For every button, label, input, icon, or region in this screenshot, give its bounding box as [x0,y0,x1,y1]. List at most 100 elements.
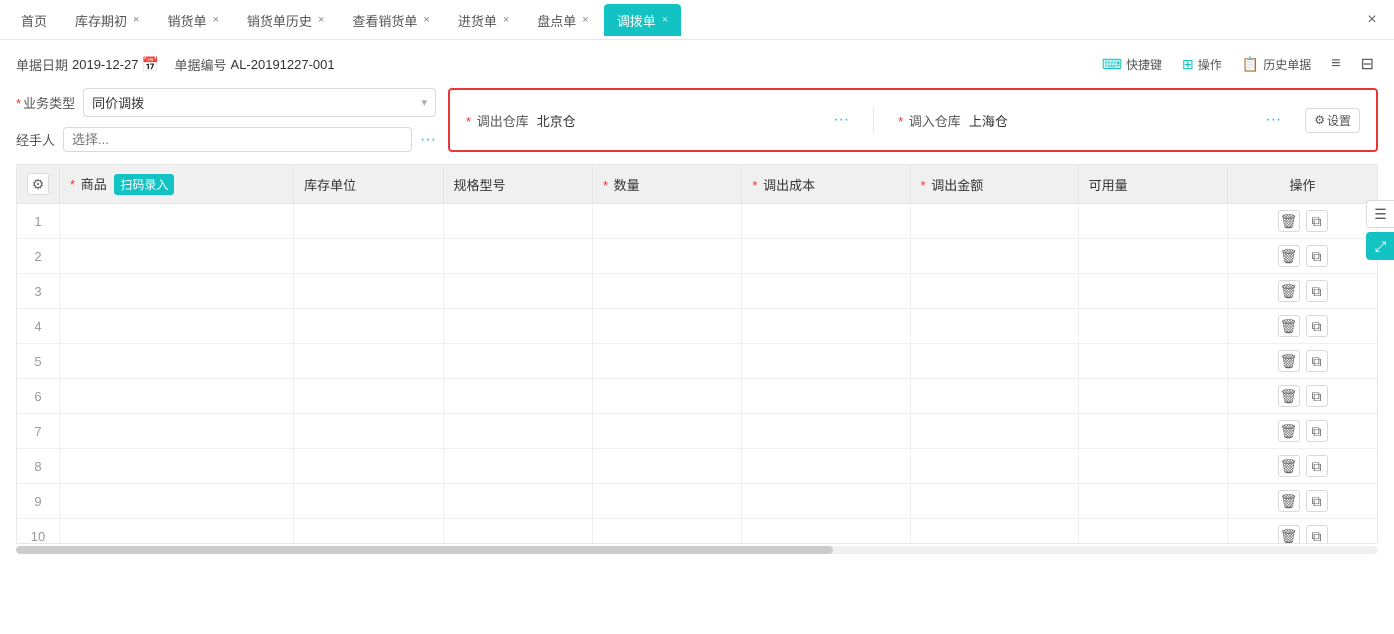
float-expand-btn[interactable]: ⤢ [1366,232,1394,260]
delete-icon-5[interactable]: 🗑 [1278,350,1300,372]
float-list-btn[interactable]: ☰ [1366,200,1394,228]
copy-icon-2[interactable]: ⧉ [1306,245,1328,267]
row-product-6[interactable] [60,379,294,414]
row-spec-7 [443,414,592,449]
layout2-button[interactable]: ⊟ [1357,52,1378,76]
row-qty-9[interactable] [592,484,741,519]
handler-row: 经手人 ··· [16,127,436,152]
row-qty-6[interactable] [592,379,741,414]
calendar-icon[interactable]: 📅 [143,56,159,72]
copy-icon-5[interactable]: ⧉ [1306,350,1328,372]
settings-button[interactable]: ⚙ 设置 [1305,108,1360,133]
row-product-1[interactable] [60,204,294,239]
th-unit: 库存单位 [294,165,443,204]
tab-transfer[interactable]: 调拨单 × [604,4,681,36]
tab-inventory-init[interactable]: 库存期初 × [62,4,152,36]
row-qty-1[interactable] [592,204,741,239]
delete-icon-2[interactable]: 🗑 [1278,245,1300,267]
transfer-out-more-btn[interactable]: ··· [833,112,849,128]
row-product-7[interactable] [60,414,294,449]
row-product-10[interactable] [60,519,294,545]
table-header-row: ⚙ * 商品 扫码录入 库存单位 规格型号 * 数量 * 调 [17,165,1377,204]
row-product-5[interactable] [60,344,294,379]
tab-view-sales-close[interactable]: × [423,14,429,26]
tab-transfer-close[interactable]: × [662,14,668,26]
copy-icon-7[interactable]: ⧉ [1306,420,1328,442]
copy-icon-3[interactable]: ⧉ [1306,280,1328,302]
delete-icon-1[interactable]: 🗑 [1278,210,1300,232]
row-num-7: 7 [17,414,60,449]
row-available-8 [1078,449,1227,484]
delete-icon-9[interactable]: 🗑 [1278,490,1300,512]
tab-inventory-check-close[interactable]: × [582,14,588,26]
tab-home[interactable]: 首页 [8,4,60,36]
row-qty-8[interactable] [592,449,741,484]
horizontal-scrollbar[interactable] [16,546,1378,554]
layout1-button[interactable]: ≡ [1327,53,1344,75]
row-qty-4[interactable] [592,309,741,344]
row-qty-7[interactable] [592,414,741,449]
delete-icon-4[interactable]: 🗑 [1278,315,1300,337]
scan-entry-button[interactable]: 扫码录入 [114,174,174,195]
th-available: 可用量 [1078,165,1227,204]
row-product-8[interactable] [60,449,294,484]
warehouse-divider [873,108,874,132]
operations-button[interactable]: ⊞ 操作 [1178,54,1226,75]
handler-more-btn[interactable]: ··· [420,132,436,148]
tab-bar: 首页 库存期初 × 销货单 × 销货单历史 × 查看销货单 × 进货单 × 盘点… [0,0,1394,40]
delete-icon-6[interactable]: 🗑 [1278,385,1300,407]
doc-date-item: 单据日期 2019-12-27 📅 [16,55,159,74]
copy-icon-9[interactable]: ⧉ [1306,490,1328,512]
row-action-2: 🗑 ⧉ [1228,239,1377,274]
row-qty-2[interactable] [592,239,741,274]
shortcuts-button[interactable]: ⌨ 快捷键 [1098,54,1166,75]
row-unit-6 [294,379,443,414]
copy-icon-6[interactable]: ⧉ [1306,385,1328,407]
gear-icon: ⚙ [1314,113,1325,127]
tab-sales-order[interactable]: 销货单 × [154,4,231,36]
tab-purchase[interactable]: 进货单 × [445,4,522,36]
tab-purchase-close[interactable]: × [503,14,509,26]
doc-date-label: 单据日期 [16,55,68,74]
th-amount: * 调出金额 [910,165,1078,204]
business-type-value: 同价调拨 [92,93,417,112]
delete-icon-10[interactable]: 🗑 [1278,525,1300,544]
copy-icon-4[interactable]: ⧉ [1306,315,1328,337]
tab-inventory-check[interactable]: 盘点单 × [524,4,601,36]
row-product-2[interactable] [60,239,294,274]
copy-icon-8[interactable]: ⧉ [1306,455,1328,477]
row-cost-2 [742,239,910,274]
info-bar: 单据日期 2019-12-27 📅 单据编号 AL-20191227-001 ⌨… [16,52,1378,76]
row-product-4[interactable] [60,309,294,344]
doc-number-label: 单据编号 [175,55,227,74]
tab-sales-history[interactable]: 销货单历史 × [234,4,337,36]
row-qty-3[interactable] [592,274,741,309]
handler-input[interactable] [63,127,412,152]
transfer-in-value: 上海仓 [969,111,1257,130]
table-gear-icon[interactable]: ⚙ [27,173,49,195]
row-unit-10 [294,519,443,545]
delete-icon-8[interactable]: 🗑 [1278,455,1300,477]
row-product-9[interactable] [60,484,294,519]
copy-icon-10[interactable]: ⧉ [1306,525,1328,544]
history-label: 历史单据 [1263,56,1311,73]
row-cost-7 [742,414,910,449]
tab-sales-history-close[interactable]: × [318,14,324,26]
tab-sales-order-close[interactable]: × [212,14,218,26]
row-spec-2 [443,239,592,274]
row-product-3[interactable] [60,274,294,309]
transfer-in-more-btn[interactable]: ··· [1265,112,1281,128]
business-type-select[interactable]: 同价调拨 ▾ [83,88,436,117]
delete-icon-7[interactable]: 🗑 [1278,420,1300,442]
tab-inventory-init-close[interactable]: × [133,14,139,26]
tab-view-sales[interactable]: 查看销货单 × [339,4,442,36]
row-unit-9 [294,484,443,519]
main-content: 单据日期 2019-12-27 📅 单据编号 AL-20191227-001 ⌨… [0,40,1394,566]
row-qty-5[interactable] [592,344,741,379]
tab-inventory-init-label: 库存期初 [75,11,127,30]
history-button[interactable]: 📋 历史单据 [1238,54,1315,75]
delete-icon-3[interactable]: 🗑 [1278,280,1300,302]
copy-icon-1[interactable]: ⧉ [1306,210,1328,232]
row-qty-10[interactable] [592,519,741,545]
window-close-button[interactable]: × [1358,6,1386,34]
